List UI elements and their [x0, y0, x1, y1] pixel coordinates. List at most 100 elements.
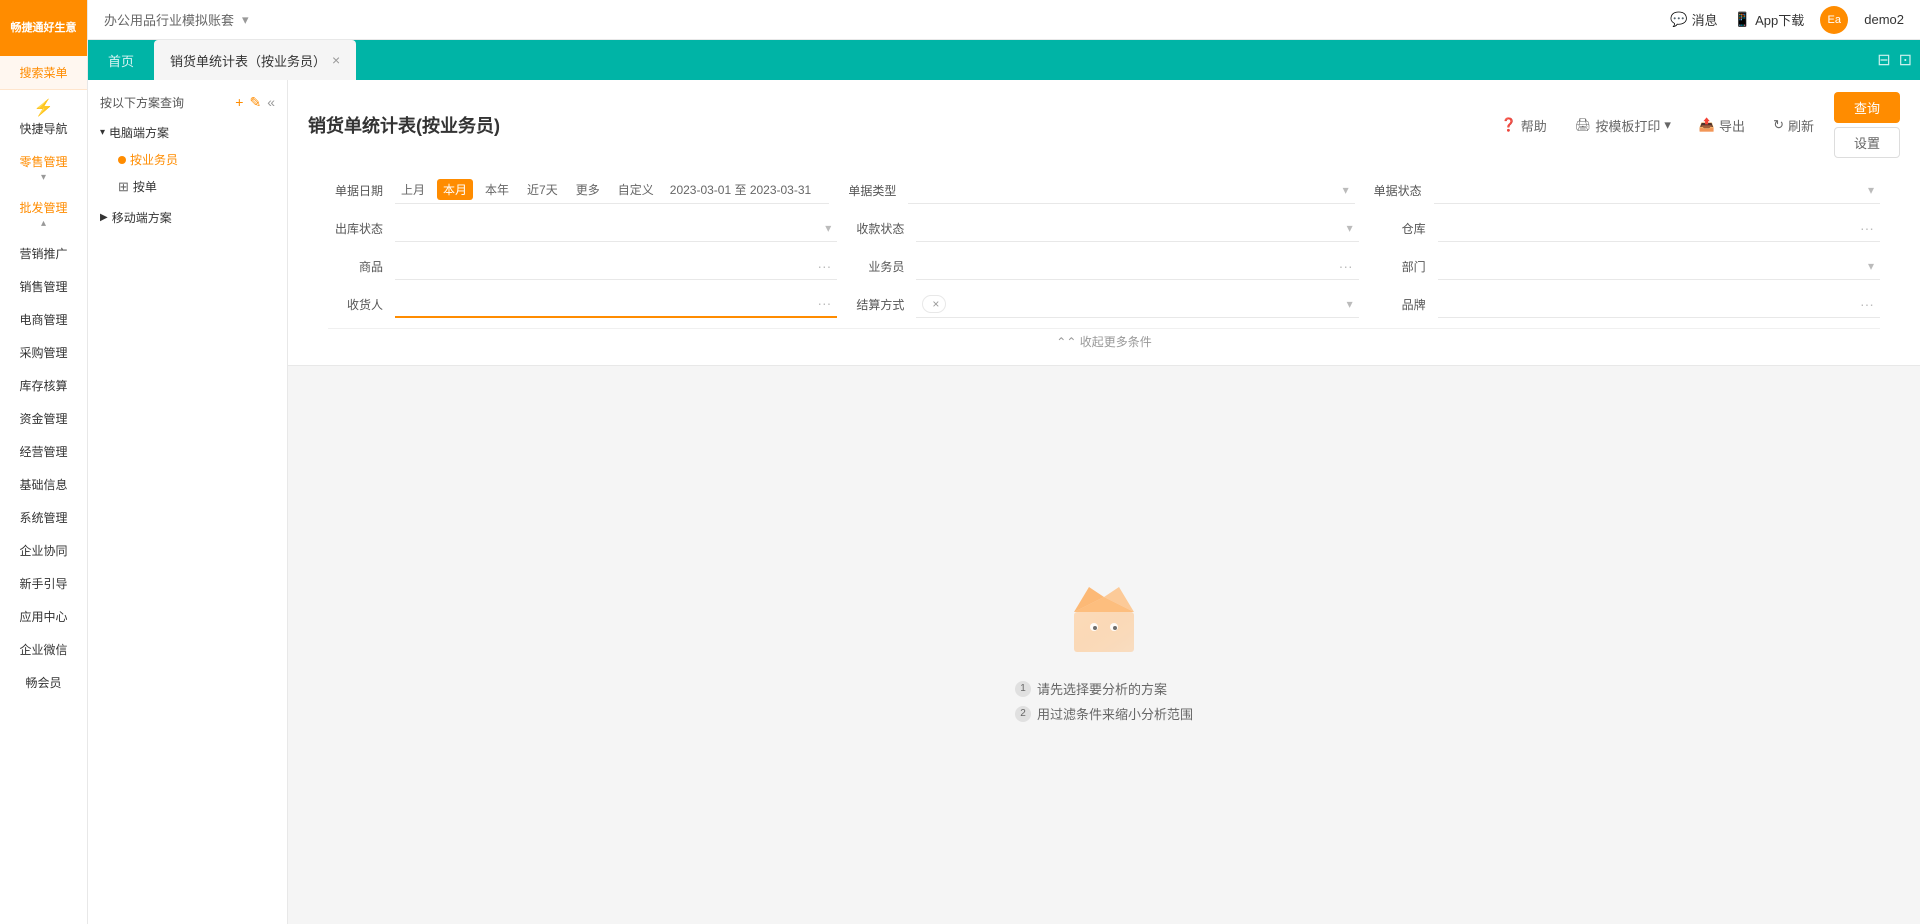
date-btn-more[interactable]: 更多	[570, 179, 606, 200]
topbar: 办公用品行业模拟账套 ▾ 💬 消息 📱 App下载 Ea demo2	[88, 0, 1920, 40]
out-status-label: 出库状态	[328, 220, 383, 237]
empty-state: 1 请先选择要分析的方案 2 用过滤条件来缩小分析范围	[1015, 567, 1193, 723]
tree-parent-pc[interactable]: ▾ 电脑端方案	[88, 119, 287, 146]
topbar-left: 办公用品行业模拟账套 ▾	[104, 10, 249, 29]
sidebar-item-inventory[interactable]: 库存核算	[0, 369, 87, 402]
refresh-icon: ↻	[1773, 117, 1784, 133]
sidebar-item-operations[interactable]: 经营管理	[0, 435, 87, 468]
tab-home[interactable]: 首页	[88, 40, 154, 80]
settlement-clear-btn[interactable]: ×	[932, 297, 939, 311]
search-menu-btn[interactable]: 搜索菜单	[0, 56, 87, 90]
filter-row-1: 单据日期 上月 本月 本年 近7天 更多 自定义 2023-03-01 至 20…	[328, 176, 1880, 204]
quick-nav-icon: ⚡	[34, 98, 54, 118]
status-chevron-icon: ▾	[1868, 183, 1874, 197]
sidebar-item-ecommerce[interactable]: 电商管理	[0, 303, 87, 336]
goods-select[interactable]: ···	[395, 252, 837, 280]
industry-dropdown-icon[interactable]: ▾	[242, 12, 249, 28]
tabbar-actions: ⊟ ⊡	[1877, 50, 1920, 70]
tree-parent-mobile[interactable]: ▶ 移动端方案	[88, 204, 287, 231]
page-actions: ❓ 帮助 🖨 按模板打印 ▾ 📤 导出 ↻	[1493, 92, 1900, 158]
left-panel: 按以下方案查询 + ✎ « ▾ 电脑端方案 按业务员 ⊞ 按单	[88, 80, 288, 924]
help-btn[interactable]: ❓ 帮助	[1493, 112, 1555, 139]
date-range: 2023-03-01 至 2023-03-31	[670, 181, 811, 198]
date-filter: 上月 本月 本年 近7天 更多 自定义 2023-03-01 至 2023-03…	[395, 176, 829, 204]
sidebar-item-enterprise[interactable]: 企业协同	[0, 534, 87, 567]
app-download-btn[interactable]: 📱 App下载	[1734, 10, 1805, 29]
sidebar-item-apps[interactable]: 应用中心	[0, 600, 87, 633]
tree-section-mobile: ▶ 移动端方案	[88, 202, 287, 233]
export-btn[interactable]: 📤 导出	[1691, 112, 1753, 139]
filter-row-3: 商品 ··· 业务员 ··· 部门 ▾	[328, 252, 1880, 280]
table-area: 1 请先选择要分析的方案 2 用过滤条件来缩小分析范围	[288, 366, 1920, 924]
brand-select[interactable]: ···	[1438, 290, 1880, 318]
tabbar: 首页 销货单统计表（按业务员） × ⊟ ⊡	[88, 40, 1920, 80]
sidebar-item-member[interactable]: 畅会员	[0, 666, 87, 699]
sidebar-item-sales[interactable]: 销售管理	[0, 270, 87, 303]
message-btn[interactable]: 💬 消息	[1670, 10, 1717, 29]
date-btn-custom[interactable]: 自定义	[612, 179, 660, 200]
sidebar-item-guide[interactable]: 新手引导	[0, 567, 87, 600]
date-btn-prev-month[interactable]: 上月	[395, 179, 431, 200]
consignee-text-input[interactable]	[401, 296, 817, 310]
tab-maximize-btn[interactable]: ⊡	[1899, 50, 1912, 70]
sidebar-item-retail[interactable]: 零售管理 ▾	[0, 145, 87, 191]
sidebar-item-wechat[interactable]: 企业微信	[0, 633, 87, 666]
tree-child-by-salesman[interactable]: 按业务员	[88, 146, 287, 173]
settlement-label: 结算方式	[849, 296, 904, 313]
goods-label: 商品	[328, 258, 383, 275]
brand-ellipsis-icon[interactable]: ···	[1860, 296, 1874, 312]
filter-area: 单据日期 上月 本月 本年 近7天 更多 自定义 2023-03-01 至 20…	[308, 166, 1900, 365]
sidebar-item-wholesale[interactable]: 批发管理 ▴	[0, 191, 87, 237]
panel-edit-btn[interactable]: ✎	[249, 94, 261, 111]
app-logo: 畅捷通好生意	[0, 0, 87, 56]
empty-icon	[1054, 567, 1154, 667]
active-dot-icon	[118, 156, 126, 164]
order-type-select[interactable]: ▾	[908, 176, 1354, 204]
type-chevron-icon: ▾	[1343, 183, 1349, 197]
salesman-ellipsis-icon[interactable]: ···	[1339, 258, 1353, 274]
empty-step-2: 2 用过滤条件来缩小分析范围	[1015, 704, 1193, 723]
sidebar-item-finance[interactable]: 资金管理	[0, 402, 87, 435]
brand-label: 品牌	[1371, 296, 1426, 313]
sidebar-item-system[interactable]: 系统管理	[0, 501, 87, 534]
out-status-select[interactable]: ▾	[395, 214, 837, 242]
date-btn-this-year[interactable]: 本年	[479, 179, 515, 200]
left-panel-header: 按以下方案查询 + ✎ «	[88, 88, 287, 117]
salesman-select[interactable]: ···	[916, 252, 1358, 280]
print-btn[interactable]: 🖨 按模板打印 ▾	[1567, 112, 1679, 139]
sidebar-item-marketing[interactable]: 营销推广	[0, 237, 87, 270]
sidebar-quick-nav[interactable]: ⚡ 快捷导航	[0, 90, 87, 145]
receive-status-select[interactable]: ▾	[916, 214, 1358, 242]
collapse-icon: ⌃⌃	[1056, 335, 1079, 349]
industry-label: 办公用品行业模拟账套	[104, 10, 234, 29]
warehouse-ellipsis-icon[interactable]: ···	[1860, 220, 1874, 236]
tab-close-btn[interactable]: ×	[332, 52, 340, 68]
settlement-select[interactable]: × ▾	[916, 290, 1358, 318]
tree-child-by-order[interactable]: ⊞ 按单	[88, 173, 287, 200]
panel-collapse-btn[interactable]: «	[267, 94, 275, 111]
panel-add-btn[interactable]: +	[235, 94, 243, 111]
date-btn-this-month[interactable]: 本月	[437, 179, 473, 200]
query-btn[interactable]: 查询	[1834, 92, 1900, 123]
sidebar-item-purchase[interactable]: 采购管理	[0, 336, 87, 369]
consignee-input[interactable]: ···	[395, 290, 837, 318]
goods-ellipsis-icon[interactable]: ···	[817, 258, 831, 274]
dept-chevron-icon: ▾	[1868, 259, 1874, 273]
tab-active[interactable]: 销货单统计表（按业务员） ×	[154, 40, 356, 80]
page-header-top: 销货单统计表(按业务员) ❓ 帮助 🖨 按模板打印 ▾ 📤	[308, 92, 1900, 166]
main-content: 办公用品行业模拟账套 ▾ 💬 消息 📱 App下载 Ea demo2 首页 销货…	[88, 0, 1920, 924]
collapse-more-btn[interactable]: ⌃⌃ 收起更多条件	[1056, 335, 1151, 349]
settings-btn[interactable]: 设置	[1834, 127, 1900, 158]
panel-actions: + ✎ «	[235, 94, 275, 111]
tree-expand-icon: ▾	[100, 127, 105, 138]
warehouse-select[interactable]: ···	[1438, 214, 1880, 242]
tab-minimize-btn[interactable]: ⊟	[1877, 50, 1890, 70]
order-status-select[interactable]: ▾	[1434, 176, 1880, 204]
right-panel: 销货单统计表(按业务员) ❓ 帮助 🖨 按模板打印 ▾ 📤	[288, 80, 1920, 924]
avatar[interactable]: Ea	[1820, 6, 1848, 34]
consignee-ellipsis-icon[interactable]: ···	[817, 295, 831, 311]
sidebar-item-basic-info[interactable]: 基础信息	[0, 468, 87, 501]
dept-select[interactable]: ▾	[1438, 252, 1880, 280]
refresh-btn[interactable]: ↻ 刷新	[1765, 112, 1822, 139]
date-btn-7days[interactable]: 近7天	[521, 179, 564, 200]
